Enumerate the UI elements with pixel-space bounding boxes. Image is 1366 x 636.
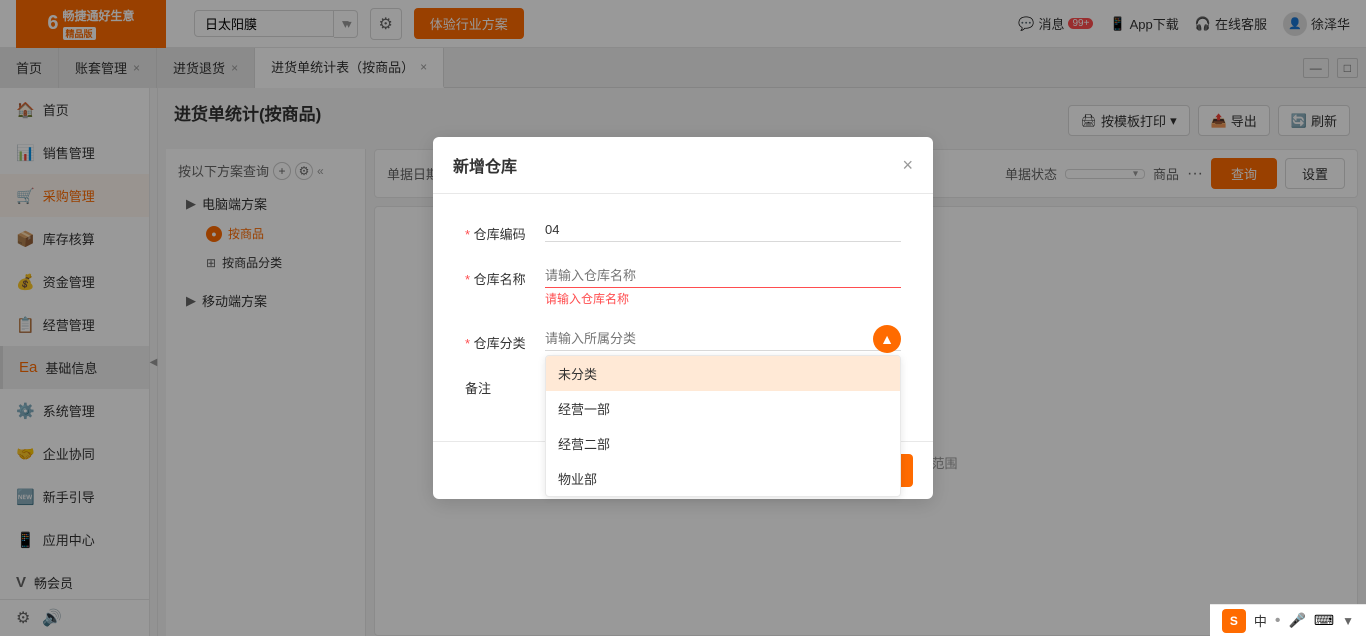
- dropdown-item-dept1[interactable]: 经营一部: [546, 391, 900, 426]
- category-label: 仓库分类: [465, 327, 545, 352]
- mic-icon[interactable]: 🎤: [1288, 612, 1305, 629]
- dropdown-item-dept2[interactable]: 经营二部: [546, 426, 900, 461]
- modal-body: 仓库编码 仓库名称 请输入仓库名称 仓库分类 ▲: [433, 194, 933, 441]
- settings-bottom-icon2[interactable]: ▼: [1342, 614, 1354, 628]
- brand-logo-bottom: S: [1222, 609, 1246, 633]
- category-dropdown-list: 未分类 经营一部 经营二部 物业部: [545, 355, 901, 497]
- category-dropdown-btn[interactable]: ▲: [873, 325, 901, 353]
- modal-title: 新增仓库: [453, 153, 517, 177]
- code-input[interactable]: [545, 218, 901, 242]
- name-label: 仓库名称: [465, 263, 545, 288]
- form-row-name: 仓库名称 请输入仓库名称: [465, 263, 901, 307]
- new-warehouse-modal: 新增仓库 × 仓库编码 仓库名称 请输入仓库名称 仓库分类: [433, 137, 933, 499]
- note-label: 备注: [465, 372, 545, 397]
- category-input[interactable]: [545, 327, 901, 351]
- category-wrapper: ▲ 未分类 经营一部 经营二部 物业部: [545, 327, 901, 351]
- modal-overlay: 新增仓库 × 仓库编码 仓库名称 请输入仓库名称 仓库分类: [0, 0, 1366, 636]
- form-row-category: 仓库分类 ▲ 未分类 经营一部 经营二部 物业部: [465, 327, 901, 352]
- name-input[interactable]: [545, 264, 901, 288]
- dot-icon: •: [1275, 612, 1281, 630]
- modal-close-btn[interactable]: ×: [902, 155, 913, 176]
- keyboard-icon[interactable]: ⌨: [1314, 612, 1334, 629]
- chinese-input-icon[interactable]: 中: [1254, 611, 1267, 630]
- code-label: 仓库编码: [465, 218, 545, 243]
- dropdown-item-dept3[interactable]: 物业部: [546, 461, 900, 496]
- dropdown-item-uncategorized[interactable]: 未分类: [546, 356, 900, 391]
- form-row-code: 仓库编码: [465, 218, 901, 243]
- modal-header: 新增仓库 ×: [433, 137, 933, 194]
- name-error-msg: 请输入仓库名称: [545, 290, 629, 307]
